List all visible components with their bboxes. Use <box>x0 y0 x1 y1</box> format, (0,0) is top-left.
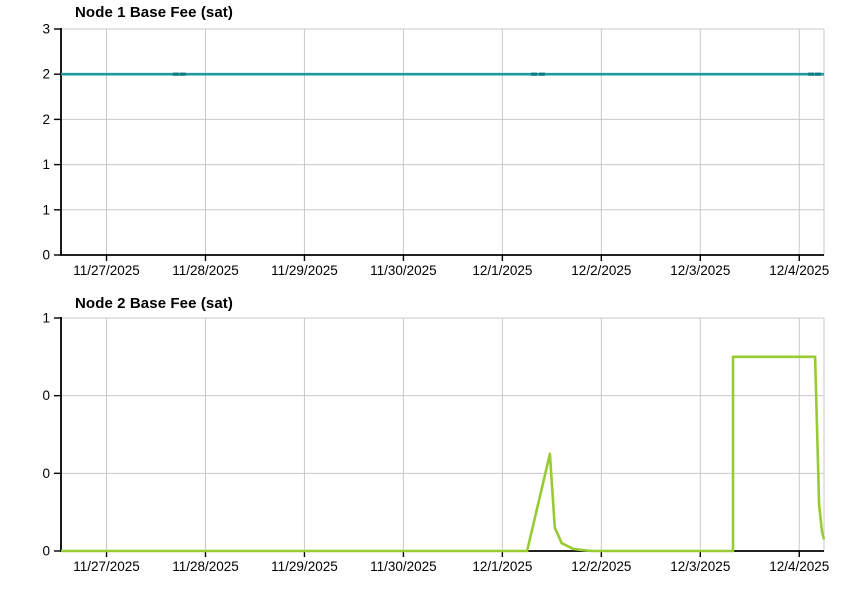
base-fee-charts-page: Node 1 Base Fee (sat) Node 2 Base Fee (s… <box>0 0 860 600</box>
x-tick-label: 11/27/2025 <box>73 559 140 574</box>
x-tick-label: 12/4/2025 <box>769 263 829 278</box>
x-tick-label: 11/29/2025 <box>271 263 338 278</box>
x-tick-label: 11/30/2025 <box>370 559 437 574</box>
y-tick-label: 1 <box>42 311 50 326</box>
y-tick-label: 1 <box>42 157 50 172</box>
x-tick-label: 12/3/2025 <box>670 263 730 278</box>
x-tick-label: 12/2/2025 <box>571 559 631 574</box>
y-tick-label: 1 <box>42 202 50 217</box>
y-tick-label: 2 <box>42 67 50 82</box>
y-tick-label: 0 <box>42 544 50 559</box>
node2-plot: 0 0 0 1 11/27/2025 11/28/2025 11/29/2025 11/30/… <box>42 311 829 575</box>
y-tick-label: 3 <box>42 22 50 37</box>
series-line <box>61 355 826 553</box>
x-tick-label: 12/4/2025 <box>769 559 829 574</box>
point-marker <box>538 72 545 76</box>
x-tick-label: 11/28/2025 <box>172 263 239 278</box>
x-tick-label: 11/29/2025 <box>271 559 338 574</box>
x-tick-label: 12/1/2025 <box>472 263 532 278</box>
y-tick-label: 0 <box>42 388 50 403</box>
x-tick-label: 11/27/2025 <box>73 263 140 278</box>
point-marker <box>179 72 186 76</box>
node1-plot: 0 1 1 2 2 3 11/27/2025 11/28/2025 11/29/2025 11/3… <box>42 22 829 279</box>
x-tick-label: 11/28/2025 <box>172 559 239 574</box>
x-tick-label: 12/2/2025 <box>571 263 631 278</box>
point-marker <box>531 72 538 76</box>
y-tick-label: 2 <box>42 112 50 127</box>
point-marker <box>808 72 815 76</box>
point-marker <box>815 72 822 76</box>
x-tick-label: 12/1/2025 <box>472 559 532 574</box>
x-tick-label: 11/30/2025 <box>370 263 437 278</box>
plots-canvas: 0 1 1 2 2 3 11/27/2025 11/28/2025 11/29/2025 11/3… <box>42 22 829 575</box>
x-tick-label: 12/3/2025 <box>670 559 730 574</box>
y-tick-label: 0 <box>42 248 50 263</box>
point-marker <box>172 72 179 76</box>
y-tick-label: 0 <box>42 466 50 481</box>
